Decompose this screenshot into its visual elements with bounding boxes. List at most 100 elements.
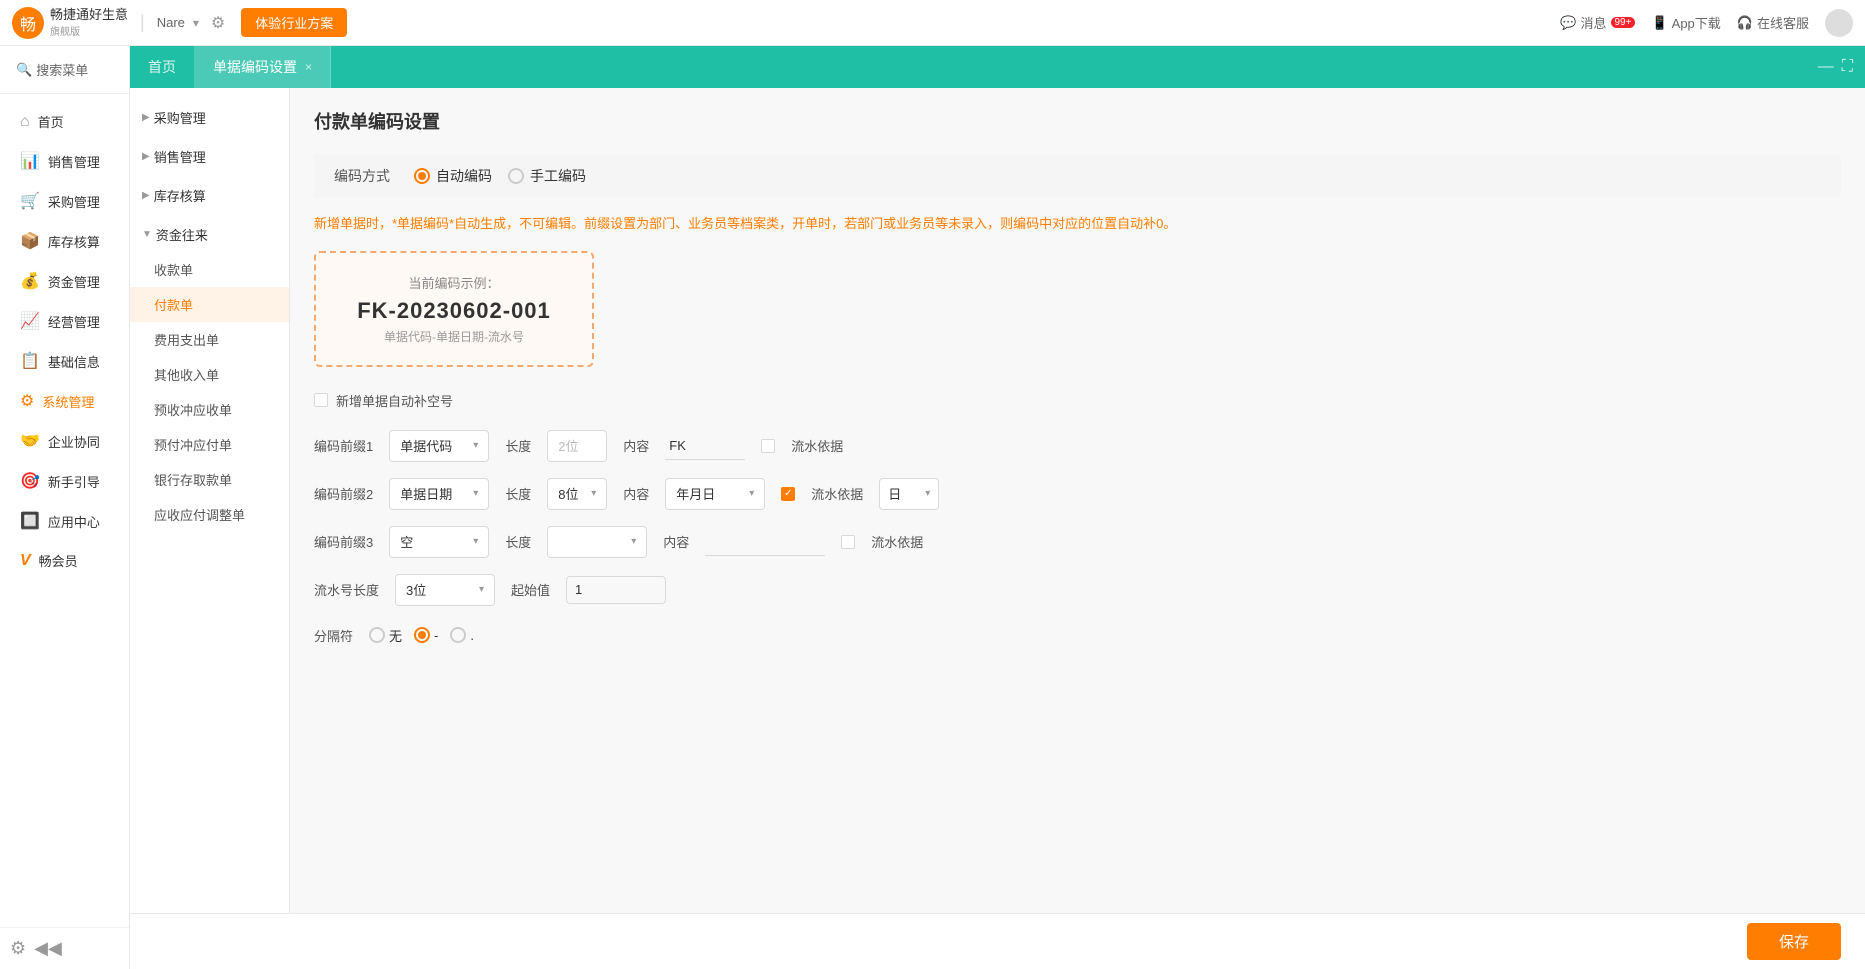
start-value-input[interactable] <box>566 576 666 604</box>
service-button[interactable]: 🎧 在线客服 <box>1737 13 1809 32</box>
sub-item-prepay-pay[interactable]: 预付冲应付单 <box>130 427 289 462</box>
company-dropdown-icon[interactable]: ▾ <box>193 16 199 30</box>
message-label: 消息 <box>1580 13 1606 32</box>
sep-dash-option[interactable]: - <box>414 627 438 643</box>
length1-input[interactable]: 2位 <box>547 430 607 462</box>
code-preview-label: 当前编码示例： <box>408 273 499 292</box>
sub-group-sales-label: 销售管理 <box>154 147 206 166</box>
sidebar-item-apps[interactable]: 🔲 应用中心 <box>4 501 125 541</box>
stream2-day-value: 日 <box>888 484 901 503</box>
tab-encoding-settings[interactable]: 单据编码设置 × <box>195 46 331 88</box>
sub-group-inventory-title[interactable]: ▶ 库存核算 <box>130 178 289 213</box>
sidebar-item-operations[interactable]: 📈 经营管理 <box>4 301 125 341</box>
sub-item-receipt[interactable]: 收款单 <box>130 252 289 287</box>
stream1-checkbox[interactable] <box>761 439 775 453</box>
service-icon: 🎧 <box>1737 15 1753 31</box>
content3-input[interactable] <box>705 528 825 556</box>
manual-encode-radio[interactable] <box>508 168 524 184</box>
trial-button[interactable]: 体验行业方案 <box>241 8 347 37</box>
sub-item-payment[interactable]: 付款单 <box>130 287 289 322</box>
sub-item-prepay-recv[interactable]: 预收冲应收单 <box>130 392 289 427</box>
code-preview-value: FK-20230602-001 <box>357 298 551 324</box>
auto-encode-radio[interactable] <box>414 168 430 184</box>
auto-fill-label: 新增单据自动补空号 <box>336 391 453 410</box>
length2-arrow-icon: ▾ <box>591 488 596 499</box>
sidebar-item-purchase[interactable]: 🛒 采购管理 <box>4 181 125 221</box>
sidebar-item-basics[interactable]: 📋 基础信息 <box>4 341 125 381</box>
sub-item-bank-deposit-label: 银行存取款单 <box>154 473 232 488</box>
prefix1-label: 编码前缀1 <box>314 436 373 455</box>
system-icon: ⚙ <box>20 391 34 411</box>
arrow-down-icon: ▼ <box>142 229 152 240</box>
prefix1-select[interactable]: 单据代码 ▾ <box>389 430 489 462</box>
manual-encode-option[interactable]: 手工编码 <box>508 166 586 186</box>
sep-none-label: 无 <box>389 626 402 645</box>
logo-icon: 畅 <box>12 7 44 39</box>
sidebar-collapse-icon[interactable]: ◀◀ <box>34 938 62 959</box>
prefix2-select[interactable]: 单据日期 ▾ <box>389 478 489 510</box>
sidebar-item-newbie-label: 新手引导 <box>48 472 100 491</box>
message-button[interactable]: 💬 消息 99+ <box>1560 13 1635 32</box>
form-row-serial: 流水号长度 3位 ▾ 起始值 <box>314 574 1841 606</box>
sidebar-item-sales[interactable]: 📊 销售管理 <box>4 141 125 181</box>
logo-title: 畅捷通好生意 <box>50 7 128 23</box>
length3-input[interactable]: ▾ <box>547 526 647 558</box>
apps-icon: 🔲 <box>20 511 40 531</box>
logo: 畅 畅捷通好生意 旗舰版 <box>12 7 128 39</box>
auto-fill-checkbox[interactable] <box>314 393 328 407</box>
tab-minimize-icon[interactable]: — <box>1818 58 1834 76</box>
sidebar-item-system[interactable]: ⚙ 系统管理 <box>4 381 125 421</box>
sep-dash-label: - <box>434 628 438 643</box>
sub-item-expense[interactable]: 费用支出单 <box>130 322 289 357</box>
save-button[interactable]: 保存 <box>1747 923 1841 960</box>
sub-item-ar-ap-adj[interactable]: 应收应付调整单 <box>130 497 289 532</box>
sidebar-item-finance[interactable]: 💰 资金管理 <box>4 261 125 301</box>
sidebar-item-basics-label: 基础信息 <box>48 352 100 371</box>
sub-group-purchase-title[interactable]: ▶ 采购管理 <box>130 100 289 135</box>
sidebar-item-enterprise[interactable]: 🤝 企业协同 <box>4 421 125 461</box>
settings-icon[interactable]: ⚙ <box>211 13 225 33</box>
sep-none-option[interactable]: 无 <box>369 626 402 645</box>
tab-home[interactable]: 首页 <box>130 46 195 88</box>
serial-length-select[interactable]: 3位 ▾ <box>395 574 495 606</box>
content1-label: 内容 <box>623 436 649 455</box>
sidebar-item-member[interactable]: V 畅会员 <box>4 541 125 580</box>
form-grid: 编码前缀1 单据代码 ▾ 长度 2位 内容 流水依据 <box>314 430 1841 606</box>
sidebar-item-home[interactable]: ⌂ 首页 <box>4 102 125 141</box>
sub-group-inventory-label: 库存核算 <box>154 186 206 205</box>
sidebar-settings-icon[interactable]: ⚙ <box>10 938 26 959</box>
content1-input[interactable] <box>665 432 745 460</box>
tab-maximize-icon[interactable]: ⛶ <box>1842 58 1853 76</box>
user-avatar[interactable] <box>1825 9 1853 37</box>
sub-group-capital-title[interactable]: ▼ 资金往来 <box>130 217 289 252</box>
prefix2-label: 编码前缀2 <box>314 484 373 503</box>
sidebar-item-inventory[interactable]: 📦 库存核算 <box>4 221 125 261</box>
download-button[interactable]: 📱 App下载 <box>1651 13 1720 32</box>
sep-dash-radio[interactable] <box>414 627 430 643</box>
start-value-label: 起始值 <box>511 580 550 599</box>
sub-item-other-income[interactable]: 其他收入单 <box>130 357 289 392</box>
sub-group-sales-title[interactable]: ▶ 销售管理 <box>130 139 289 174</box>
sep-dot-radio[interactable] <box>450 627 466 643</box>
stream3-checkbox[interactable] <box>841 535 855 549</box>
search-menu-button[interactable]: 🔍 搜索菜单 <box>8 56 121 83</box>
sep-none-radio[interactable] <box>369 627 385 643</box>
sub-item-payment-label: 付款单 <box>154 298 193 313</box>
length2-input[interactable]: 8位 ▾ <box>547 478 607 510</box>
stream2-day-select[interactable]: 日 ▾ <box>879 478 939 510</box>
length3-label: 长度 <box>505 532 531 551</box>
sub-item-prepay-recv-label: 预收冲应收单 <box>154 403 232 418</box>
content2-select[interactable]: 年月日 ▾ <box>665 478 765 510</box>
sidebar-item-inventory-label: 库存核算 <box>48 232 100 251</box>
stream3-label: 流水依据 <box>871 532 923 551</box>
sub-item-bank-deposit[interactable]: 银行存取款单 <box>130 462 289 497</box>
stream2-checkbox[interactable] <box>781 487 795 501</box>
sep-dot-option[interactable]: . <box>450 627 474 643</box>
sidebar-item-newbie[interactable]: 🎯 新手引导 <box>4 461 125 501</box>
tab-close-icon[interactable]: × <box>305 60 312 74</box>
length3-arrow-icon: ▾ <box>631 536 636 547</box>
sidebar-item-enterprise-label: 企业协同 <box>48 432 100 451</box>
prefix3-value: 空 <box>400 532 413 551</box>
auto-encode-option[interactable]: 自动编码 <box>414 166 492 186</box>
prefix3-select[interactable]: 空 ▾ <box>389 526 489 558</box>
